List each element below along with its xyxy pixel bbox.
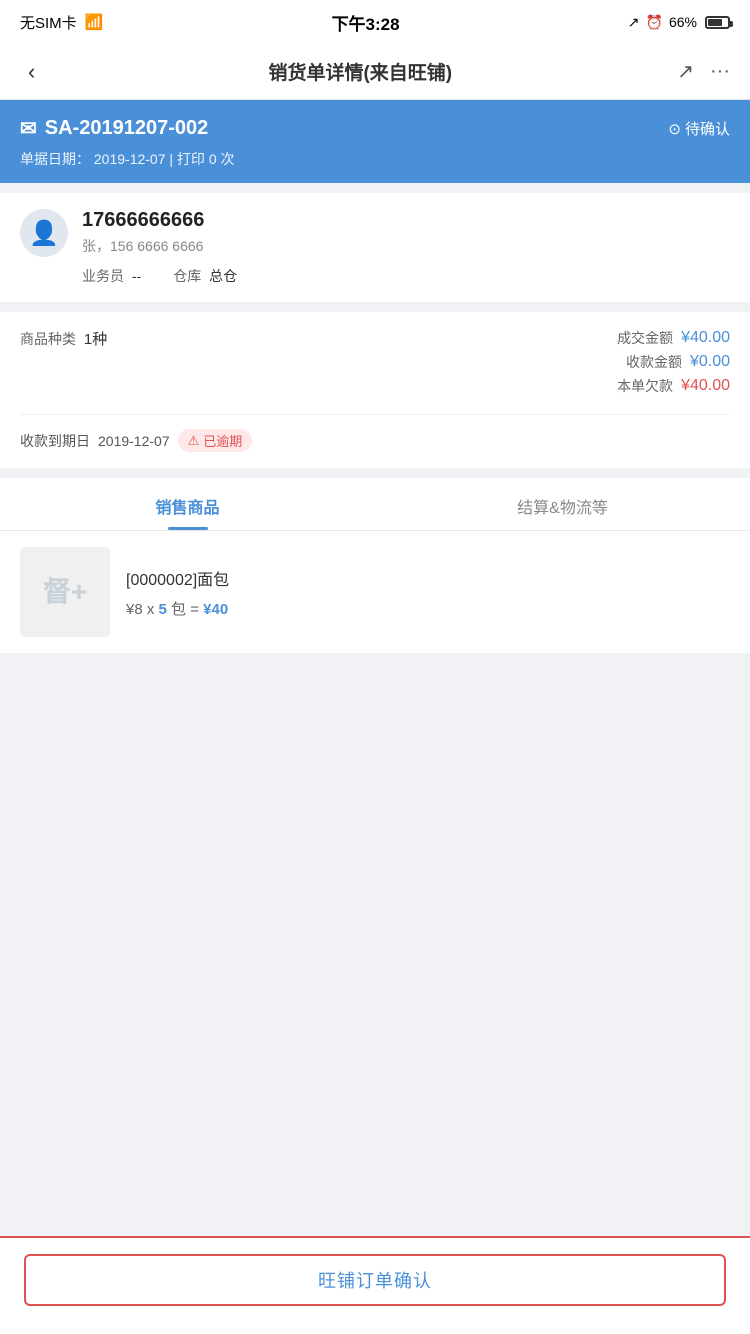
multiply-sign: x [147, 601, 155, 618]
product-type-value: 1种 [84, 331, 107, 348]
product-type-section: 商品种类 1种 [20, 328, 107, 349]
status-text: 待确认 [685, 118, 730, 139]
amounts-section: 成交金额 ¥40.00 收款金额 ¥0.00 本单欠款 ¥40.00 [617, 328, 730, 400]
due-date-label: 收款到期日 [20, 431, 90, 451]
order-number: ✉ SA-20191207-002 [20, 116, 208, 141]
product-item: 督+ [0000002]面包 ¥8 x 5 包 = ¥40 [20, 547, 730, 637]
print-unit: 次 [221, 151, 235, 167]
order-date: 2019-12-07 [94, 151, 166, 167]
confirm-order-button[interactable]: 旺铺订单确认 [24, 1254, 726, 1306]
tab-settlement-label: 结算&物流等 [517, 500, 608, 517]
tab-sales-label: 销售商品 [155, 500, 219, 517]
warehouse-label: 仓库 [173, 268, 201, 284]
product-thumbnail: 督+ [20, 547, 110, 637]
due-amount-label: 本单欠款 [617, 376, 673, 396]
sales-value: -- [132, 268, 141, 284]
order-number-text: SA-20191207-002 [45, 117, 208, 140]
back-button[interactable]: ‹ [20, 51, 43, 93]
more-button[interactable]: ··· [710, 60, 730, 83]
carrier-text: 无SIM卡 [20, 12, 77, 33]
deal-amount-row: 成交金额 ¥40.00 [617, 328, 730, 348]
product-type-label: 商品种类 [20, 331, 76, 347]
due-amount-row: 本单欠款 ¥40.00 [617, 376, 730, 396]
product-price-line: ¥8 x 5 包 = ¥40 [126, 598, 730, 619]
battery-icon [705, 16, 730, 29]
deal-amount-value: ¥40.00 [681, 329, 730, 347]
receive-amount-label: 收款金额 [626, 352, 682, 372]
print-count: 0 [209, 151, 217, 167]
customer-card: 👤 17666666666 张，156 6666 6666 业务员 -- 仓库 … [0, 193, 750, 302]
order-date-line: 单据日期： 2019-12-07 | 打印 0 次 [20, 149, 730, 169]
location-icon: ↗ [628, 14, 640, 31]
unit-text: 包 [171, 601, 186, 618]
equals-sign: = [190, 601, 199, 618]
tab-settlement[interactable]: 结算&物流等 [375, 478, 750, 530]
due-amount-value: ¥40.00 [681, 377, 730, 395]
overdue-badge: ⚠ 已逾期 [178, 429, 253, 452]
avatar-icon: 👤 [29, 219, 59, 248]
total-price: ¥40 [203, 601, 228, 618]
product-logo: 督+ [43, 578, 87, 606]
status-bar: 无SIM卡 📶 下午3:28 ↗ ⏰ 66% [0, 0, 750, 44]
product-details: [0000002]面包 ¥8 x 5 包 = ¥40 [126, 566, 730, 619]
warehouse-item: 仓库 总仓 [173, 266, 237, 286]
tabs-section: 销售商品 结算&物流等 [0, 478, 750, 531]
sales-item: 业务员 -- [82, 266, 141, 286]
customer-info: 17666666666 张，156 6666 6666 业务员 -- 仓库 总仓 [82, 209, 730, 286]
tabs-row: 销售商品 结算&物流等 [0, 478, 750, 530]
due-date-value: 2019-12-07 [98, 433, 170, 449]
order-header: ✉ SA-20191207-002 ⊙ 待确认 单据日期： 2019-12-07… [0, 100, 750, 183]
battery-text: 66% [669, 14, 697, 30]
page-title: 销货单详情(来自旺铺) [268, 58, 452, 85]
confirm-btn-area: 旺铺订单确认 [0, 1236, 750, 1334]
customer-real-name: 张，156 6666 6666 [82, 236, 730, 256]
order-status: ⊙ 待确认 [668, 118, 730, 139]
product-name: [0000002]面包 [126, 566, 730, 590]
unit-price: ¥8 [126, 601, 143, 618]
bottom-space [0, 653, 750, 813]
wifi-icon: 📶 [85, 13, 104, 31]
time-display: 下午3:28 [332, 10, 400, 35]
nav-actions: ↗︎ ··· [677, 59, 730, 84]
status-clock-icon: ⊙ [668, 120, 681, 138]
receive-amount-row: 收款金额 ¥0.00 [617, 352, 730, 372]
warehouse-value: 总仓 [209, 268, 237, 284]
sales-label: 业务员 [82, 268, 124, 284]
overdue-text: 已逾期 [203, 431, 242, 450]
customer-avatar: 👤 [20, 209, 68, 257]
status-left: 无SIM卡 📶 [20, 12, 103, 33]
product-section: 督+ [0000002]面包 ¥8 x 5 包 = ¥40 [0, 531, 750, 653]
alarm-icon: ⏰ [646, 14, 663, 31]
receive-amount-value: ¥0.00 [690, 353, 730, 371]
divider [20, 414, 730, 415]
order-icon: ✉ [20, 116, 37, 141]
quantity: 5 [159, 601, 167, 618]
due-date-section: 收款到期日 2019-12-07 ⚠ 已逾期 [20, 429, 730, 452]
customer-meta: 业务员 -- 仓库 总仓 [82, 266, 730, 286]
deal-amount-label: 成交金额 [617, 328, 673, 348]
share-button[interactable]: ↗︎ [677, 59, 694, 84]
nav-bar: ‹ 销货单详情(来自旺铺) ↗︎ ··· [0, 44, 750, 100]
customer-phone: 17666666666 [82, 209, 730, 232]
overdue-icon: ⚠ [188, 433, 200, 449]
status-right: ↗ ⏰ 66% [628, 14, 730, 31]
summary-card: 商品种类 1种 成交金额 ¥40.00 收款金额 ¥0.00 本单欠款 ¥40.… [0, 312, 750, 468]
print-label: | 打印 [169, 151, 205, 167]
tab-sales-products[interactable]: 销售商品 [0, 478, 375, 530]
product-logo-text: 督+ [43, 578, 87, 606]
date-label: 单据日期： [20, 151, 90, 167]
